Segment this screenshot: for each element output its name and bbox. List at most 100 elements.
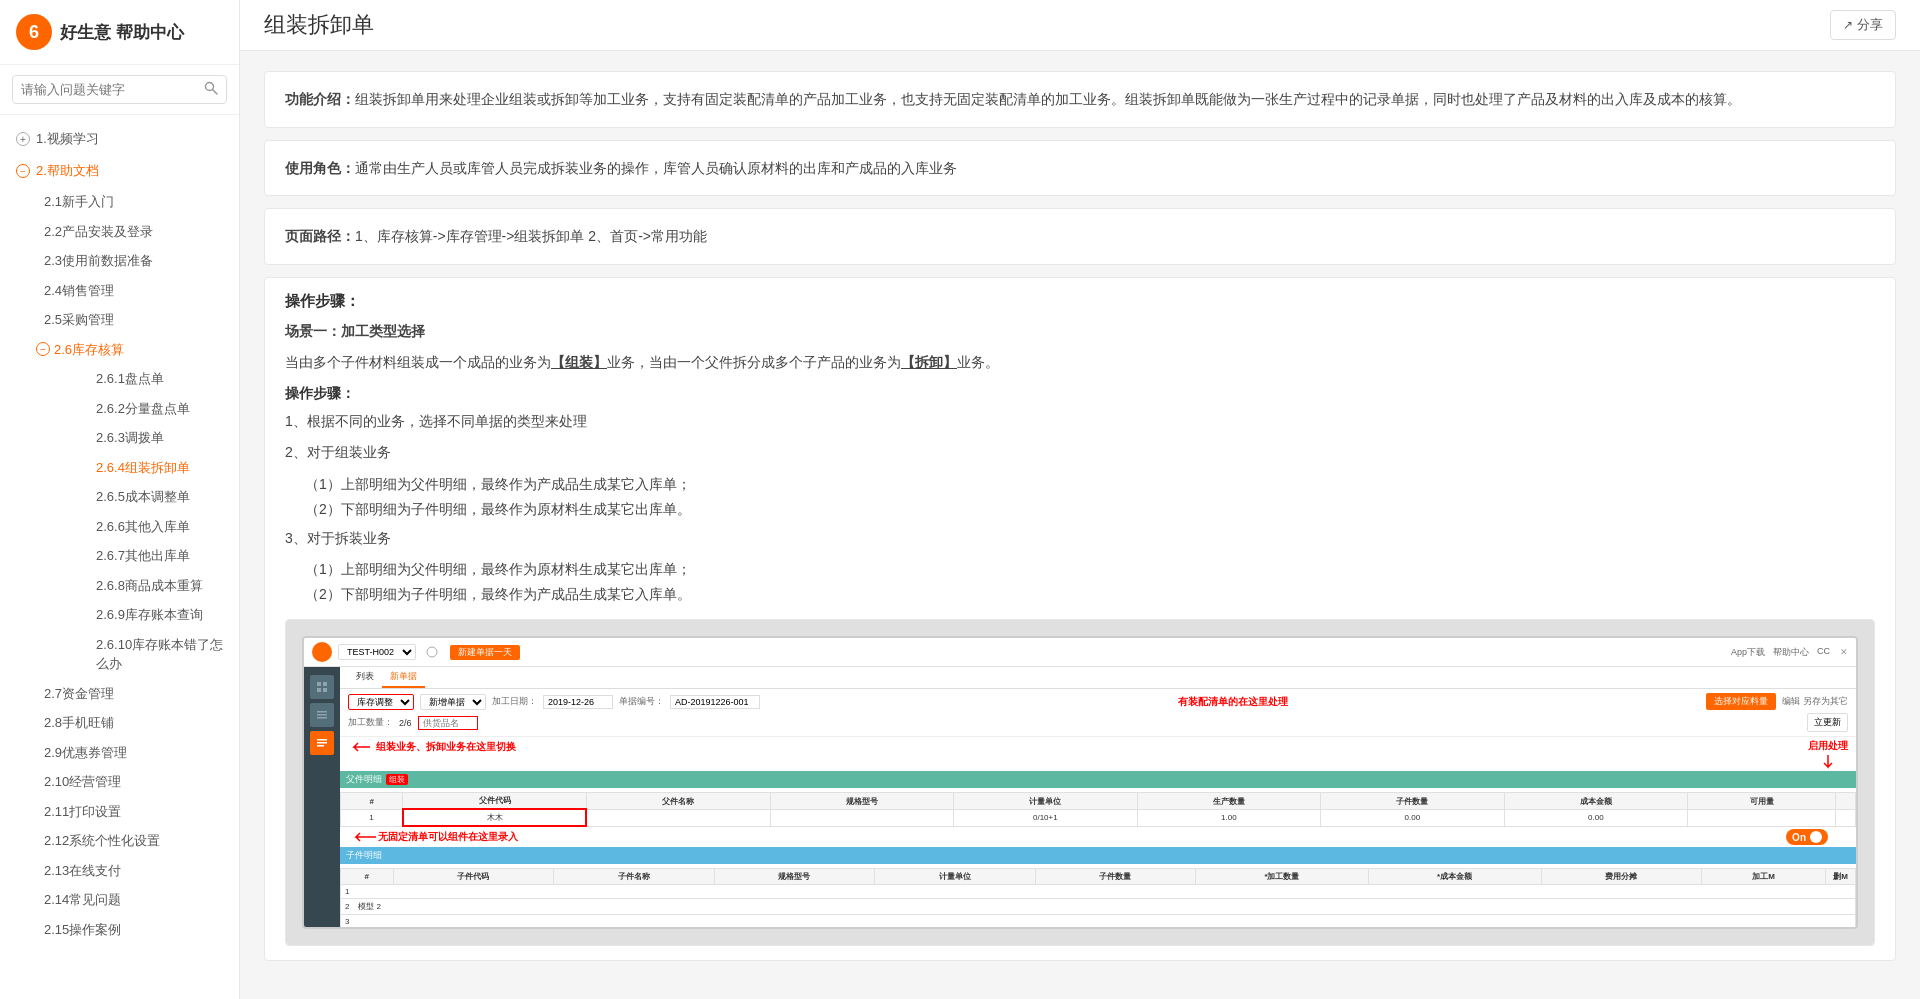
mock-form-area: 库存调整 新增单据 加工日期： 单据编号：: [340, 689, 1856, 737]
sidebar-item-2-6-8[interactable]: 2.6.8商品成本重算: [88, 571, 239, 601]
logo-area: 6 好生意 帮助中心: [0, 0, 239, 65]
sidebar-item-2-1[interactable]: 2.1新手入门: [36, 187, 239, 217]
mock-action-btn: 编辑 另存为其它: [1782, 695, 1848, 708]
sidebar-item-2-15[interactable]: 2.15操作案例: [36, 915, 239, 945]
search-input[interactable]: [13, 77, 196, 102]
mock-user-icon: CC: [1817, 646, 1830, 659]
mock-op-select[interactable]: 新增单据: [420, 694, 486, 710]
sidebar-item-2[interactable]: − 2.帮助文档: [0, 155, 239, 187]
search-button[interactable]: [196, 76, 226, 103]
sidebar-item-2-6[interactable]: − 2.6库存核算: [36, 335, 239, 365]
share-button[interactable]: ↗ 分享: [1830, 10, 1896, 40]
mock-arrow-left: [348, 739, 372, 755]
collapse-icon-2: −: [16, 164, 30, 178]
sidebar-item-2-9[interactable]: 2.9优惠券管理: [36, 738, 239, 768]
svg-point-2: [427, 647, 437, 657]
sidebar-item-2-6-2[interactable]: 2.6.2分量盘点单: [88, 394, 239, 424]
svg-line-1: [213, 90, 218, 95]
mock-screen: TEST-H002 新建单据一天 App下载 帮助中心 CC: [302, 636, 1858, 929]
svg-rect-3: [317, 682, 321, 686]
mock-topbar: TEST-H002 新建单据一天 App下载 帮助中心 CC: [304, 638, 1856, 667]
screenshot-wrapper: TEST-H002 新建单据一天 App下载 帮助中心 CC: [286, 620, 1874, 945]
step2-sub2: （2）下部明细为子件明细，最终作为原材料生成某它出库单。: [285, 497, 1875, 522]
mock-supplier-input[interactable]: [418, 716, 478, 730]
step2-sub1: （1）上部明细为父件明细，最终作为产成品生成某它入库单；: [285, 472, 1875, 497]
sidebar-item-2-6-5[interactable]: 2.6.5成本调整单: [88, 482, 239, 512]
mock-date-input[interactable]: [543, 695, 613, 709]
step3-sub1: （1）上部明细为父件明细，最终作为原材料生成某它出库单；: [285, 557, 1875, 582]
sidebar-item-2-6-4[interactable]: 2.6.4组装拆卸单: [88, 453, 239, 483]
sidebar-item-2-14[interactable]: 2.14常见问题: [36, 885, 239, 915]
topbar: 组装拆卸单 ↗ 分享: [240, 0, 1920, 51]
search-box: [12, 75, 227, 104]
mock-num-input[interactable]: [670, 695, 760, 709]
svg-rect-6: [323, 688, 327, 692]
mock-nav-icon-3: [310, 731, 334, 755]
sidebar-item-2-10[interactable]: 2.10经营管理: [36, 767, 239, 797]
mock-company-select[interactable]: TEST-H002: [338, 644, 416, 660]
mock-parent-section-header: 父件明细 组装: [340, 771, 1856, 788]
mock-tab-bar: 列表 新单据: [340, 667, 1856, 689]
mock-logo-icon: [312, 642, 332, 662]
sidebar-item-2-11[interactable]: 2.11打印设置: [36, 797, 239, 827]
content-area: 功能介绍：组装拆卸单用来处理企业组装或拆卸等加工业务，支持有固定装配清单的产品加…: [240, 51, 1920, 999]
svg-rect-10: [317, 739, 327, 741]
sidebar-item-2-12[interactable]: 2.12系统个性化设置: [36, 826, 239, 856]
mock-parent-table: # 父件代码 父件名称 规格型号 计量单位 生产数量 子件数量: [340, 792, 1856, 827]
mock-app-link: App下载: [1731, 646, 1765, 659]
logo-text: 好生意 帮助中心: [60, 21, 184, 44]
role-block: 使用角色：通常由生产人员或库管人员完成拆装业务的操作，库管人员确认原材料的出库和…: [264, 140, 1896, 197]
mock-date-label: 加工日期：: [492, 695, 537, 708]
sidebar-item-2-4[interactable]: 2.4销售管理: [36, 276, 239, 306]
mock-toggle-knob: [1810, 831, 1822, 843]
svg-rect-12: [317, 745, 324, 747]
svg-rect-9: [317, 717, 327, 719]
sidebar-item-1[interactable]: + 1.视频学习: [0, 123, 239, 155]
mock-ann1-text: 有装配清单的在这里处理: [1178, 696, 1288, 707]
sidebar-item-2-5[interactable]: 2.5采购管理: [36, 305, 239, 335]
ops-steps-heading: 操作步骤：: [285, 385, 1875, 403]
mock-close-btn[interactable]: ✕: [1840, 647, 1848, 657]
sidebar: 6 好生意 帮助中心 + 1.视频学习 − 2.帮助文档: [0, 0, 240, 999]
path-block: 页面路径：1、库存核算->库存管理->组装拆卸单 2、首页->常用功能: [264, 208, 1896, 265]
mock-parent-code: 木木: [403, 809, 587, 826]
mock-ann4-text: 启用处理: [1808, 739, 1848, 753]
search-area: [0, 65, 239, 115]
sidebar-item-2-6-6[interactable]: 2.6.6其他入库单: [88, 512, 239, 542]
nav-section-2: − 2.帮助文档 2.1新手入门 2.2产品安装及登录 2.3使用前数据准备 2…: [0, 155, 239, 944]
sidebar-label-1: 1.视频学习: [36, 130, 99, 148]
sidebar-item-2-3[interactable]: 2.3使用前数据准备: [36, 246, 239, 276]
nav-tree: + 1.视频学习 − 2.帮助文档 2.1新手入门 2.2产品安装及登录 2.3…: [0, 115, 239, 999]
mock-tab-new[interactable]: 新单据: [382, 667, 425, 688]
mock-type-select[interactable]: 库存调整: [348, 694, 414, 710]
mock-select-list-btn[interactable]: 选择对应料量: [1706, 693, 1776, 710]
mock-arrow-down: [1820, 753, 1836, 769]
mock-save-btn[interactable]: 立更新: [1807, 713, 1848, 732]
sidebar-item-2-7[interactable]: 2.7资金管理: [36, 679, 239, 709]
sidebar-item-2-2[interactable]: 2.2产品安装及登录: [36, 217, 239, 247]
sidebar-item-2-13[interactable]: 2.13在线支付: [36, 856, 239, 886]
mock-num-label: 单据编号：: [619, 695, 664, 708]
mock-on-toggle[interactable]: On: [1786, 829, 1828, 845]
sidebar-item-2-6-9[interactable]: 2.6.9库存账本查询: [88, 600, 239, 630]
sidebar-item-2-6-1[interactable]: 2.6.1盘点单: [88, 364, 239, 394]
feature-intro-label: 功能介绍：: [285, 91, 355, 107]
ops-heading: 操作步骤：: [285, 292, 1875, 311]
screenshot-container: TEST-H002 新建单据一天 App下载 帮助中心 CC: [285, 619, 1875, 946]
sidebar-item-2-6-7[interactable]: 2.6.7其他出库单: [88, 541, 239, 571]
sidebar-item-2-6-10[interactable]: 2.6.10库存账本错了怎么办: [88, 630, 239, 679]
sidebar-item-2-6-3[interactable]: 2.6.3调拨单: [88, 423, 239, 453]
mock-new-doc-btn[interactable]: 新建单据一天: [450, 645, 520, 660]
settings-icon: [426, 646, 438, 658]
mock-on-label: On: [1792, 832, 1806, 843]
main-content: 组装拆卸单 ↗ 分享 功能介绍：组装拆卸单用来处理企业组装或拆卸等加工业务，支持…: [240, 0, 1920, 999]
sidebar-item-2-8[interactable]: 2.8手机旺铺: [36, 708, 239, 738]
mock-on-row: 无固定清单可以组件在这里录入 On: [340, 827, 1856, 847]
step3-sub2: （2）下部明细为子件明细，最终作为产成品生成某它入库单。: [285, 582, 1875, 607]
path-text: 1、库存核算->库存管理->组装拆卸单 2、首页->常用功能: [355, 228, 707, 244]
mock-tab-list[interactable]: 列表: [348, 667, 382, 688]
role-label: 使用角色：: [285, 160, 355, 176]
feature-intro-block: 功能介绍：组装拆卸单用来处理企业组装或拆卸等加工业务，支持有固定装配清单的产品加…: [264, 71, 1896, 128]
step3: 3、对于拆装业务: [285, 526, 1875, 551]
mock-help-link: 帮助中心: [1773, 646, 1809, 659]
